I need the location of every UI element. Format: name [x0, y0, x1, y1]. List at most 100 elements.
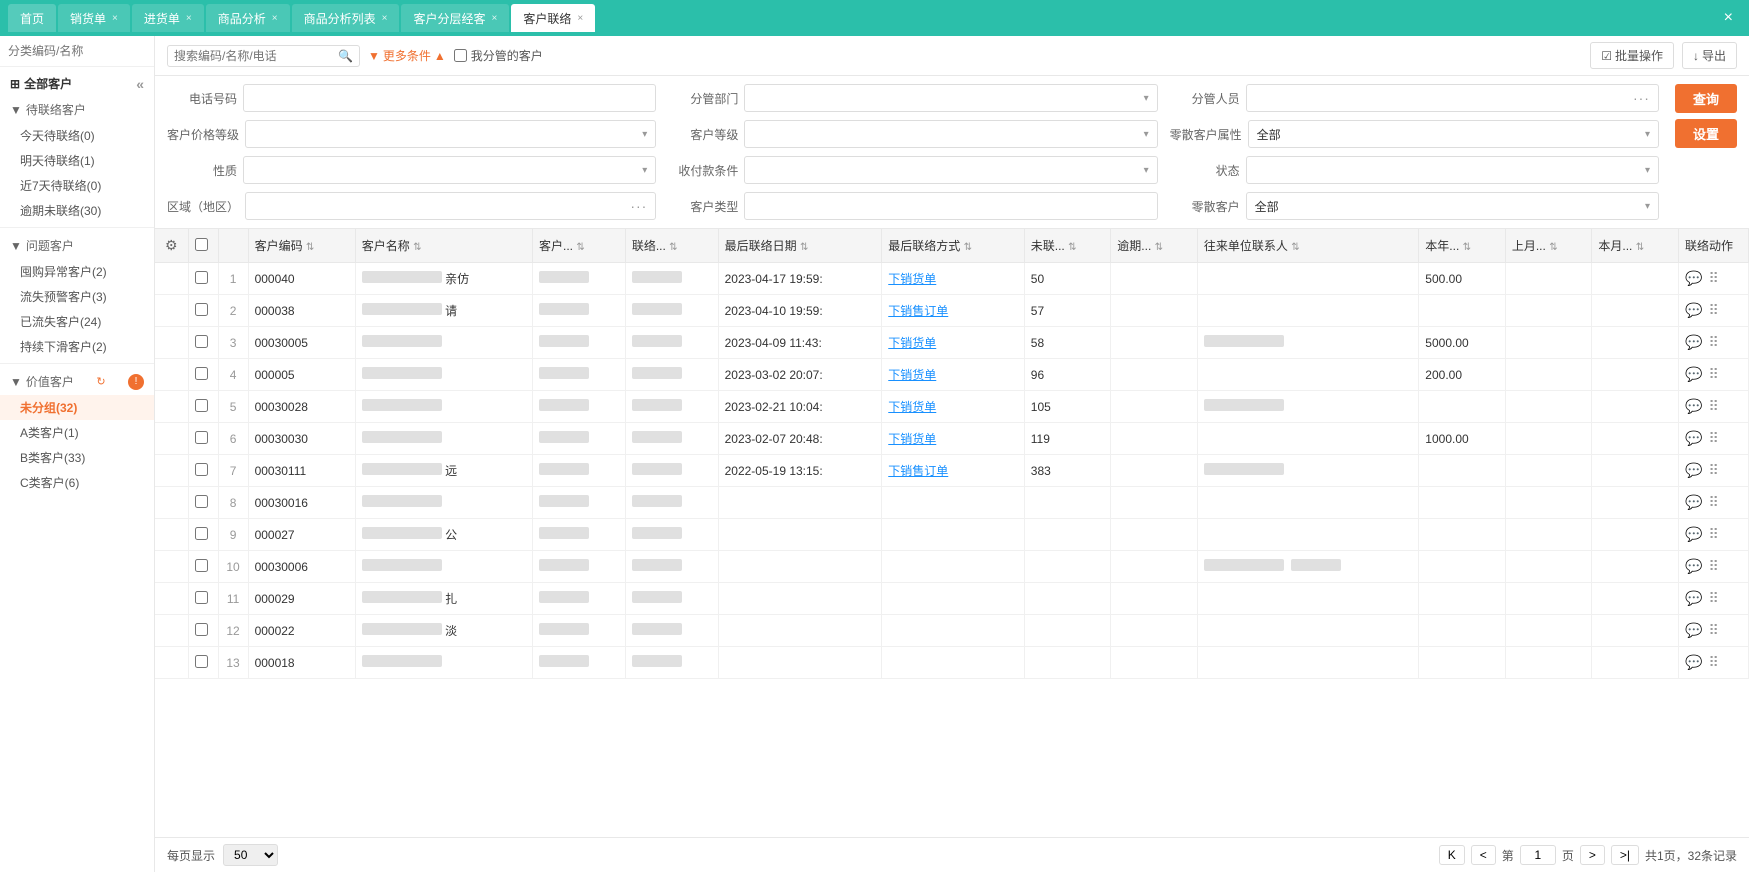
window-close-button[interactable]: ×: [1716, 5, 1741, 31]
contact-action-icon[interactable]: 💬: [1685, 622, 1702, 639]
last-method-link[interactable]: 下销货单: [888, 336, 936, 350]
close-purchase-tab[interactable]: ×: [186, 13, 192, 24]
contact-action-icon[interactable]: 💬: [1685, 526, 1702, 543]
more-action-icon[interactable]: ⠿: [1708, 366, 1718, 383]
contact-action-icon[interactable]: 💬: [1685, 334, 1702, 351]
sidebar-item-7days-pending[interactable]: 近7天待联络(0): [0, 173, 154, 198]
filter-input-phone[interactable]: [243, 84, 656, 112]
sidebar-group-problem[interactable]: ▼ 问题客户: [0, 232, 154, 259]
first-page-btn[interactable]: K: [1439, 845, 1465, 865]
contact-action-icon[interactable]: 💬: [1685, 430, 1702, 447]
contact-action-icon[interactable]: 💬: [1685, 590, 1702, 607]
col-unit-contact-header[interactable]: 往来单位联系人 ⇅: [1197, 229, 1418, 263]
col-this-year-header[interactable]: 本年... ⇅: [1419, 229, 1506, 263]
close-goods-analysis-tab[interactable]: ×: [272, 13, 278, 24]
contact-action-icon[interactable]: 💬: [1685, 494, 1702, 511]
value-refresh-icon[interactable]: ↻: [96, 375, 105, 388]
row-checkbox[interactable]: [195, 431, 208, 444]
page-number-input[interactable]: [1520, 845, 1556, 865]
sidebar-item-tomorrow-pending[interactable]: 明天待联络(1): [0, 148, 154, 173]
select-all-checkbox[interactable]: [195, 238, 208, 251]
all-customers-header[interactable]: ⊞ 全部客户 «: [0, 67, 154, 96]
contact-action-icon[interactable]: 💬: [1685, 366, 1702, 383]
filter-input-region[interactable]: ···: [245, 192, 656, 220]
more-action-icon[interactable]: ⠿: [1708, 398, 1718, 415]
col-last-month-header[interactable]: 上月... ⇅: [1505, 229, 1592, 263]
tab-goods-analysis-list[interactable]: 商品分析列表 ×: [292, 4, 400, 32]
sidebar-item-unclassified[interactable]: 未分组(32): [0, 395, 154, 420]
tab-customer-segment[interactable]: 客户分层经客 ×: [401, 4, 509, 32]
col-overdue-header[interactable]: 逾期... ⇅: [1111, 229, 1198, 263]
close-customer-segment-tab[interactable]: ×: [491, 13, 497, 24]
col-code-header[interactable]: 客户编码 ⇅: [248, 229, 355, 263]
column-settings-icon[interactable]: ⚙: [161, 237, 182, 253]
filter-input-payment[interactable]: ▾: [744, 156, 1157, 184]
more-action-icon[interactable]: ⠿: [1708, 462, 1718, 479]
contact-action-icon[interactable]: 💬: [1685, 270, 1702, 287]
sidebar-item-churned[interactable]: 已流失客户(24): [0, 309, 154, 334]
last-page-btn[interactable]: >|: [1611, 845, 1639, 865]
filter-search-box[interactable]: 🔍: [167, 45, 360, 67]
col-this-month-header[interactable]: 本月... ⇅: [1592, 229, 1679, 263]
row-checkbox[interactable]: [195, 367, 208, 380]
more-action-icon[interactable]: ⠿: [1708, 558, 1718, 575]
tab-home[interactable]: 首页: [8, 4, 56, 32]
row-checkbox[interactable]: [195, 623, 208, 636]
row-checkbox[interactable]: [195, 495, 208, 508]
col-last-method-header[interactable]: 最后联络方式 ⇅: [882, 229, 1025, 263]
tab-sales[interactable]: 销货单 ×: [58, 4, 130, 32]
sidebar-group-value[interactable]: ▼ 价值客户 ↻ !: [0, 368, 154, 395]
filter-input-customer-type[interactable]: [744, 192, 1157, 220]
prev-page-btn[interactable]: <: [1471, 845, 1496, 865]
query-button[interactable]: 查询: [1675, 84, 1737, 113]
col-contact-header[interactable]: 联络... ⇅: [625, 229, 718, 263]
more-action-icon[interactable]: ⠿: [1708, 526, 1718, 543]
tab-goods-analysis[interactable]: 商品分析 ×: [206, 4, 290, 32]
more-action-icon[interactable]: ⠿: [1708, 622, 1718, 639]
sidebar-item-declining[interactable]: 持续下滑客户(2): [0, 334, 154, 359]
reset-button[interactable]: 设置: [1675, 119, 1737, 148]
tab-customer-contact[interactable]: 客户联络 ×: [511, 4, 595, 32]
page-size-select[interactable]: 50 100 200: [223, 844, 278, 866]
more-action-icon[interactable]: ⠿: [1708, 654, 1718, 671]
filter-input-retail-attr[interactable]: 全部 ▾: [1248, 120, 1659, 148]
row-checkbox[interactable]: [195, 335, 208, 348]
more-action-icon[interactable]: ⠿: [1708, 590, 1718, 607]
export-btn[interactable]: ↓ 导出: [1682, 42, 1737, 69]
sidebar-item-class-c[interactable]: C类客户(6): [0, 470, 154, 495]
filter-input-manager[interactable]: ···: [1246, 84, 1659, 112]
filter-input-customer-level[interactable]: ▾: [744, 120, 1157, 148]
sidebar-item-class-b[interactable]: B类客户(33): [0, 445, 154, 470]
filter-input-price-level[interactable]: ▾: [245, 120, 656, 148]
last-method-link[interactable]: 下销货单: [888, 272, 936, 286]
last-method-link[interactable]: 下销货单: [888, 432, 936, 446]
filter-input-dept[interactable]: ▾: [744, 84, 1157, 112]
last-method-link[interactable]: 下销售订单: [888, 304, 948, 318]
col-type-header[interactable]: 客户... ⇅: [533, 229, 626, 263]
last-method-link[interactable]: 下销售订单: [888, 464, 948, 478]
more-action-icon[interactable]: ⠿: [1708, 430, 1718, 447]
row-checkbox[interactable]: [195, 655, 208, 668]
next-page-btn[interactable]: >: [1580, 845, 1605, 865]
row-checkbox[interactable]: [195, 559, 208, 572]
close-sales-tab[interactable]: ×: [112, 13, 118, 24]
row-checkbox[interactable]: [195, 463, 208, 476]
contact-action-icon[interactable]: 💬: [1685, 558, 1702, 575]
contact-action-icon[interactable]: 💬: [1685, 398, 1702, 415]
last-method-link[interactable]: 下销货单: [888, 400, 936, 414]
more-conditions-btn[interactable]: ▼ 更多条件 ▲: [368, 47, 446, 64]
contact-action-icon[interactable]: 💬: [1685, 654, 1702, 671]
filter-search-icon[interactable]: 🔍: [338, 49, 353, 63]
sidebar-item-abnormal[interactable]: 囤购异常客户(2): [0, 259, 154, 284]
sidebar-collapse-btn[interactable]: «: [136, 76, 144, 92]
sidebar-search-input[interactable]: [8, 44, 155, 58]
my-customers-check[interactable]: [454, 49, 467, 62]
row-checkbox[interactable]: [195, 527, 208, 540]
contact-action-icon[interactable]: 💬: [1685, 302, 1702, 319]
row-checkbox[interactable]: [195, 591, 208, 604]
row-checkbox[interactable]: [195, 271, 208, 284]
row-checkbox[interactable]: [195, 399, 208, 412]
close-customer-contact-tab[interactable]: ×: [577, 13, 583, 24]
col-no-contact-header[interactable]: 未联... ⇅: [1024, 229, 1111, 263]
contact-action-icon[interactable]: 💬: [1685, 462, 1702, 479]
